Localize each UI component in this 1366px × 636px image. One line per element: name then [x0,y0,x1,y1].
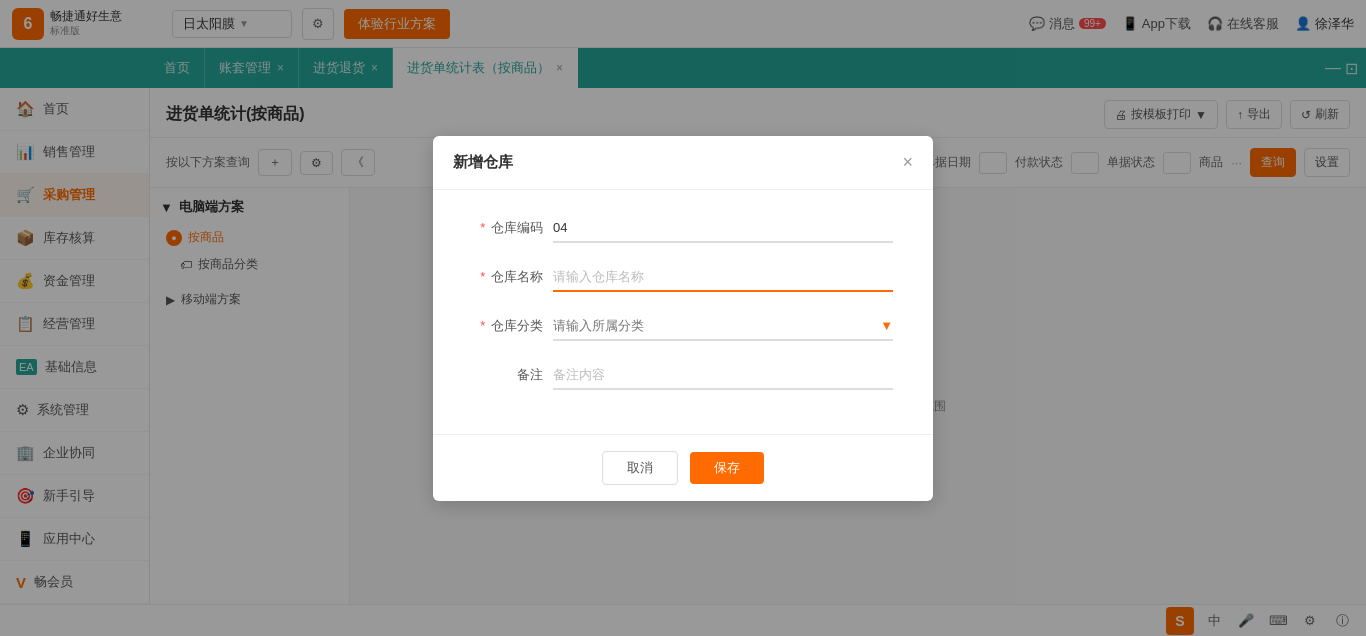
warehouse-code-input[interactable] [553,214,893,243]
note-label: 备注 [473,366,543,384]
save-button[interactable]: 保存 [690,452,764,484]
form-row-code: * 仓库编码 [473,214,893,243]
modal-overlay: 新增仓库 × * 仓库编码 * 仓库名称 [0,0,1366,636]
category-select-wrap: ▼ [553,312,893,341]
modal-body: * 仓库编码 * 仓库名称 * 仓库分类 [433,190,933,434]
modal-title: 新增仓库 [453,153,513,172]
code-label: * 仓库编码 [473,219,543,237]
required-mark-category: * [480,318,485,333]
cancel-button[interactable]: 取消 [602,451,678,485]
warehouse-name-input[interactable] [553,263,893,292]
form-row-name: * 仓库名称 [473,263,893,292]
form-row-category: * 仓库分类 ▼ [473,312,893,341]
name-label: * 仓库名称 [473,268,543,286]
add-warehouse-modal: 新增仓库 × * 仓库编码 * 仓库名称 [433,136,933,501]
required-mark-name: * [480,269,485,284]
warehouse-note-input[interactable] [553,361,893,390]
category-label: * 仓库分类 [473,317,543,335]
modal-close-button[interactable]: × [902,152,913,173]
modal-header: 新增仓库 × [433,136,933,190]
form-row-note: 备注 [473,361,893,390]
required-mark-code: * [480,220,485,235]
warehouse-category-input[interactable] [553,318,880,333]
category-dropdown-icon[interactable]: ▼ [880,318,893,333]
modal-footer: 取消 保存 [433,434,933,501]
